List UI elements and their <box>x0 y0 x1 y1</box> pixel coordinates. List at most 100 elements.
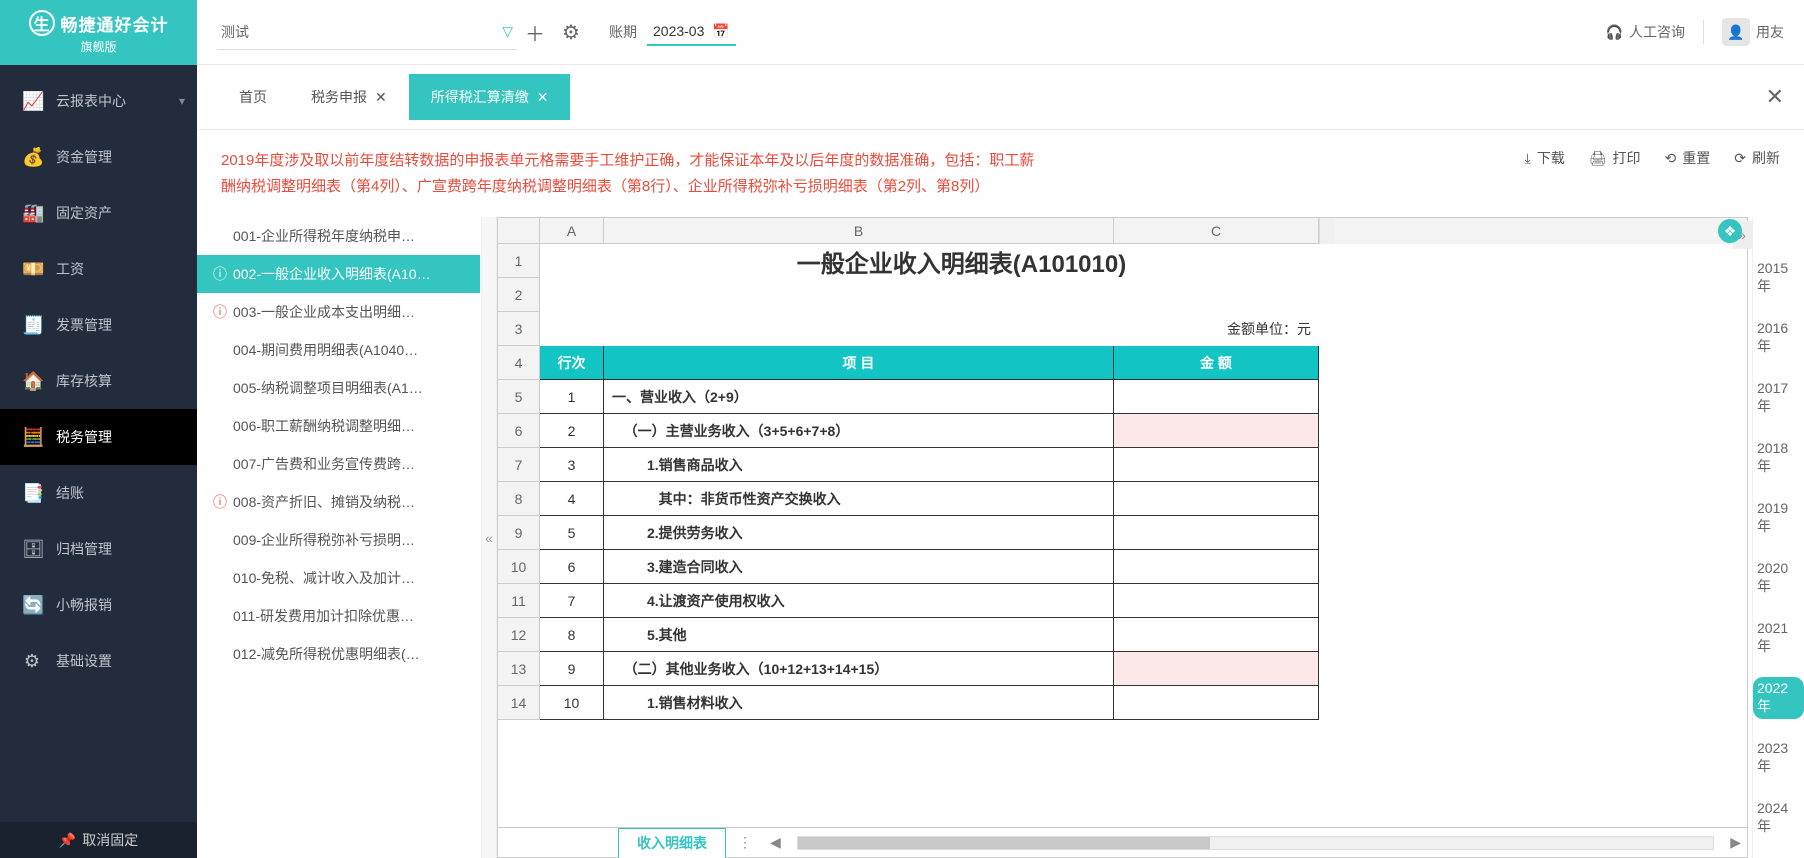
tab-1[interactable]: 税务申报✕ <box>289 74 409 120</box>
cell-seq[interactable]: 7 <box>540 584 604 618</box>
cell-amount[interactable] <box>1114 380 1319 414</box>
cell-item[interactable]: 2.提供劳务收入 <box>604 516 1114 550</box>
cell-item[interactable]: （二）其他业务收入（10+12+13+14+15） <box>604 652 1114 686</box>
cell-item[interactable]: 1.销售材料收入 <box>604 686 1114 720</box>
settings-icon[interactable]: ⚙ <box>553 14 589 50</box>
year-2016年[interactable]: 2016年 <box>1753 317 1804 359</box>
close-all-tabs-button[interactable]: ✕ <box>1766 84 1784 110</box>
cell-item[interactable]: 其中：非货币性资产交换收入 <box>604 482 1114 516</box>
row-header[interactable]: 10 <box>498 550 540 584</box>
year-2021年[interactable]: 2021年 <box>1753 617 1804 659</box>
form-list-item-7[interactable]: ⓘ008-资产折旧、摊销及纳税… <box>197 483 480 521</box>
row-header[interactable]: 12 <box>498 618 540 652</box>
sidebar-item-5[interactable]: 🏠库存核算 <box>0 353 197 409</box>
row-header[interactable]: 14 <box>498 686 540 720</box>
org-selector[interactable]: 测试 ▽ <box>217 14 517 50</box>
sidebar-item-4[interactable]: 🧾发票管理 <box>0 297 197 353</box>
close-icon[interactable]: ✕ <box>375 89 387 106</box>
cell-seq[interactable]: 1 <box>540 380 604 414</box>
hscroll-left[interactable]: ◀ <box>764 834 787 851</box>
col-header-b[interactable]: B <box>604 218 1114 244</box>
year-2020年[interactable]: 2020年 <box>1753 557 1804 599</box>
row-header[interactable]: 2 <box>498 278 540 312</box>
cell-item[interactable]: 1.销售商品收入 <box>604 448 1114 482</box>
sidebar-item-0[interactable]: 📈云报表中心▾ <box>0 73 197 129</box>
cell-seq[interactable]: 8 <box>540 618 604 652</box>
download-button[interactable]: ⤓下载 <box>1525 148 1565 168</box>
cell-amount[interactable] <box>1114 618 1319 652</box>
cell-item[interactable]: 3.建造合同收入 <box>604 550 1114 584</box>
reset-button[interactable]: ⟲重置 <box>1665 148 1711 168</box>
sidebar-item-8[interactable]: 🗄归档管理 <box>0 521 197 577</box>
row-header[interactable]: 8 <box>498 482 540 516</box>
cell-amount[interactable] <box>1114 516 1319 550</box>
sidebar-item-1[interactable]: 💰资金管理 <box>0 129 197 185</box>
cell-seq[interactable]: 2 <box>540 414 604 448</box>
period-picker[interactable]: 2023-03 📅 <box>647 19 736 46</box>
sidebar-item-3[interactable]: 💴工资 <box>0 241 197 297</box>
row-header[interactable]: 9 <box>498 516 540 550</box>
form-list-item-9[interactable]: 010-免税、减计收入及加计… <box>197 559 480 597</box>
form-list-item-4[interactable]: 005-纳税调整项目明细表(A1… <box>197 369 480 407</box>
sidebar-item-9[interactable]: 🔄小畅报销 <box>0 577 197 633</box>
sheet-tab[interactable]: 收入明细表 <box>618 828 726 858</box>
add-button[interactable]: ＋ <box>517 14 553 50</box>
col-header-c[interactable]: C <box>1114 218 1319 244</box>
form-list-item-10[interactable]: 011-研发费用加计扣除优惠… <box>197 597 480 635</box>
row-header[interactable]: 5 <box>498 380 540 414</box>
hscroll-right[interactable]: ▶ <box>1724 834 1747 851</box>
year-2024年[interactable]: 2024年 <box>1753 797 1804 839</box>
cell-amount[interactable] <box>1114 482 1319 516</box>
row-header[interactable]: 3 <box>498 312 540 346</box>
collapse-panel-button[interactable]: « <box>481 217 497 858</box>
sidebar-item-2[interactable]: 🏭固定资产 <box>0 185 197 241</box>
row-header[interactable]: 13 <box>498 652 540 686</box>
form-list-item-0[interactable]: 001-企业所得税年度纳税申… <box>197 217 480 255</box>
cell-seq[interactable]: 10 <box>540 686 604 720</box>
print-button[interactable]: 🖨打印 <box>1589 148 1641 168</box>
year-2018年[interactable]: 2018年 <box>1753 437 1804 479</box>
sidebar-item-7[interactable]: 📑结账 <box>0 465 197 521</box>
form-list-item-2[interactable]: ⓘ003-一般企业成本支出明细… <box>197 293 480 331</box>
cell-amount[interactable] <box>1114 652 1319 686</box>
unpin-button[interactable]: 📌 取消固定 <box>0 822 197 858</box>
form-list-item-8[interactable]: 009-企业所得税弥补亏损明… <box>197 521 480 559</box>
cell-seq[interactable]: 9 <box>540 652 604 686</box>
hscroll-thumb[interactable] <box>798 837 1210 849</box>
support-link[interactable]: 🎧 人工咨询 <box>1606 22 1685 42</box>
close-icon[interactable]: ✕ <box>537 89 549 106</box>
cell-seq[interactable]: 5 <box>540 516 604 550</box>
row-header[interactable]: 1 <box>498 244 540 278</box>
cell-amount[interactable] <box>1114 686 1319 720</box>
cell-seq[interactable]: 6 <box>540 550 604 584</box>
row-header[interactable]: 4 <box>498 346 540 380</box>
cell-seq[interactable]: 4 <box>540 482 604 516</box>
year-2015年[interactable]: 2015年 <box>1753 257 1804 299</box>
sidebar-item-6[interactable]: 🧮税务管理 <box>0 409 197 465</box>
year-2023年[interactable]: 2023年 <box>1753 737 1804 779</box>
cell-amount[interactable] <box>1114 448 1319 482</box>
col-header-a[interactable]: A <box>540 218 604 244</box>
year-2019年[interactable]: 2019年 <box>1753 497 1804 539</box>
sheet-tab-menu[interactable]: ⋮ <box>726 834 764 851</box>
form-list-item-1[interactable]: ⓘ002-一般企业收入明细表(A10… <box>197 255 480 293</box>
row-header[interactable]: 11 <box>498 584 540 618</box>
row-header[interactable]: 6 <box>498 414 540 448</box>
sidebar-item-10[interactable]: ⚙基础设置 <box>0 633 197 689</box>
year-2022年[interactable]: 2022年 <box>1753 677 1804 719</box>
cell-amount[interactable] <box>1114 414 1319 448</box>
form-list-item-5[interactable]: 006-职工薪酬纳税调整明细… <box>197 407 480 445</box>
cell-seq[interactable]: 3 <box>540 448 604 482</box>
horizontal-scrollbar[interactable] <box>797 836 1714 850</box>
form-list-item-3[interactable]: 004-期间费用明细表(A1040… <box>197 331 480 369</box>
cell-item[interactable]: 4.让渡资产使用权收入 <box>604 584 1114 618</box>
tab-2[interactable]: 所得税汇算清缴✕ <box>409 74 571 120</box>
cell-amount[interactable] <box>1114 550 1319 584</box>
help-float-button[interactable]: ❖ <box>1718 219 1742 243</box>
cell-item[interactable]: （一）主营业务收入（3+5+6+7+8） <box>604 414 1114 448</box>
select-all-corner[interactable] <box>498 218 540 244</box>
user-menu[interactable]: 👤 用友 <box>1722 18 1784 46</box>
cell-item[interactable]: 5.其他 <box>604 618 1114 652</box>
form-list-item-6[interactable]: 007-广告费和业务宣传费跨… <box>197 445 480 483</box>
year-2017年[interactable]: 2017年 <box>1753 377 1804 419</box>
